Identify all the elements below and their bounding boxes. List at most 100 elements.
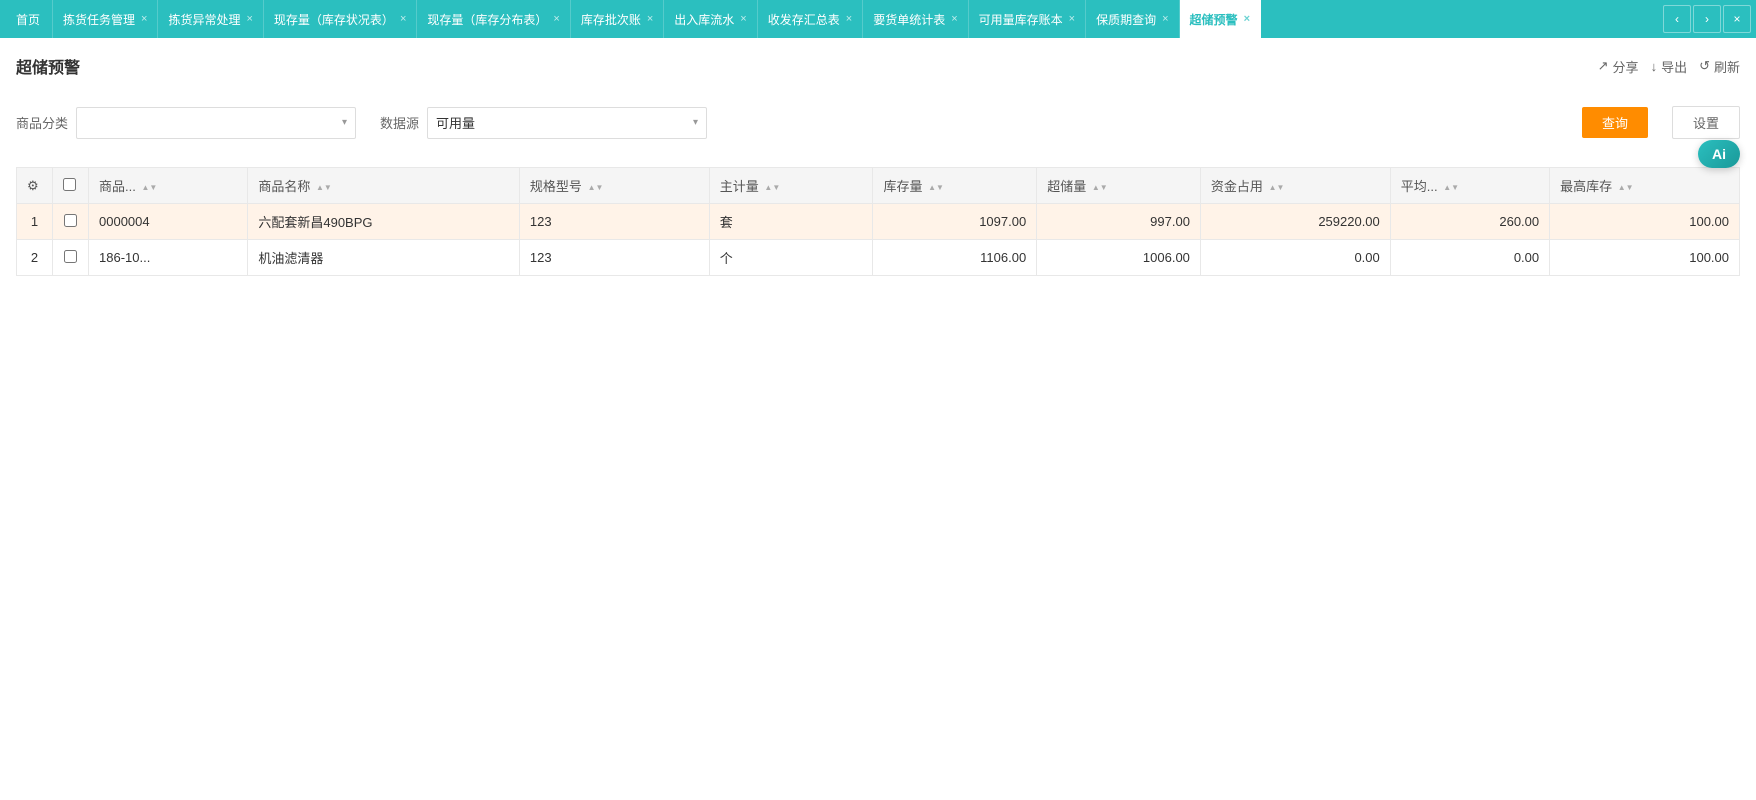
th-stock[interactable]: 库存量 ▲▼ (873, 168, 1037, 204)
datasource-select[interactable]: 可用量 ▾ (427, 107, 707, 139)
close-tab-8[interactable]: × (951, 13, 957, 25)
ai-badge[interactable]: Ai (1698, 140, 1740, 168)
category-select[interactable]: ▾ (76, 107, 356, 139)
refresh-button[interactable]: ↺ 刷新 (1699, 57, 1740, 76)
nav-tab-8[interactable]: 要货单统计表 × (863, 0, 968, 38)
th-unit[interactable]: 主计量 ▲▼ (709, 168, 873, 204)
nav-tab-1[interactable]: 拣货任务管理 × (53, 0, 158, 38)
th-max[interactable]: 最高库存 ▲▼ (1550, 168, 1740, 204)
filter-area: 商品分类 ▾ 数据源 可用量 ▾ 查询 设置 (16, 94, 1740, 151)
row-name-2: 机油滤清器 (248, 240, 520, 276)
close-tab-11[interactable]: × (1244, 13, 1250, 25)
row-stock-1: 1097.00 (873, 204, 1037, 240)
share-label: 分享 (1613, 57, 1639, 76)
row-max-2: 100.00 (1550, 240, 1740, 276)
settings-button-wrapper: 设置 (1672, 106, 1740, 139)
row-max-1: 100.00 (1550, 204, 1740, 240)
nav-tab-2[interactable]: 拣货异常处理 × (158, 0, 263, 38)
sort-arrows-stock: ▲▼ (928, 184, 944, 192)
close-tab-4[interactable]: × (553, 13, 559, 25)
nav-tab-9[interactable]: 可用量库存账本 × (969, 0, 1086, 38)
close-tab-5[interactable]: × (647, 13, 653, 25)
settings-button[interactable]: 设置 (1672, 106, 1740, 139)
th-checkbox[interactable] (53, 168, 89, 204)
nav-tab-11[interactable]: 超储预警 × (1180, 0, 1261, 38)
row-unit-1: 套 (709, 204, 873, 240)
datasource-filter: 数据源 可用量 ▾ (380, 107, 707, 139)
row-select-1[interactable] (64, 214, 77, 227)
select-all-checkbox[interactable] (63, 178, 76, 191)
row-index-2: 2 (17, 240, 53, 276)
export-label: 导出 (1661, 57, 1687, 76)
filter-buttons: 查询 (1582, 107, 1648, 138)
sort-arrows-code: ▲▼ (141, 184, 157, 192)
share-icon: ↗ (1598, 58, 1609, 74)
th-avg[interactable]: 平均... ▲▼ (1390, 168, 1549, 204)
nav-tab-6[interactable]: 出入库流水 × (664, 0, 757, 38)
export-button[interactable]: ↓ 导出 (1651, 57, 1688, 76)
sort-arrows-unit: ▲▼ (764, 184, 780, 192)
nav-tab-10[interactable]: 保质期查询 × (1086, 0, 1179, 38)
export-icon: ↓ (1651, 59, 1658, 74)
row-unit-2: 个 (709, 240, 873, 276)
sort-arrows-spec: ▲▼ (588, 184, 604, 192)
main-content: 超储预警 ↗ 分享 ↓ 导出 ↺ 刷新 商品分类 ▾ 数据源 (0, 38, 1756, 800)
th-gear[interactable]: ⚙ (17, 168, 53, 204)
row-checkbox-1[interactable] (53, 204, 89, 240)
sort-arrows-max: ▲▼ (1618, 184, 1634, 192)
row-over-2: 1006.00 (1037, 240, 1201, 276)
nav-tab-3[interactable]: 现存量（库存状况表） × (264, 0, 417, 38)
datasource-select-value: 可用量 (436, 113, 475, 132)
close-tab-6[interactable]: × (740, 13, 746, 25)
table-row: 2 186-10... 机油滤清器 123 个 1106.00 1006.00 … (17, 240, 1740, 276)
row-spec-2: 123 (519, 240, 709, 276)
row-select-2[interactable] (64, 250, 77, 263)
th-spec[interactable]: 规格型号 ▲▼ (519, 168, 709, 204)
table-header-row: ⚙ 商品... ▲▼ 商品名称 ▲▼ 规格型号 ▲▼ 主计 (17, 168, 1740, 204)
page-title: 超储预警 (16, 54, 80, 78)
close-tab-7[interactable]: × (846, 13, 852, 25)
datasource-label: 数据源 (380, 113, 419, 132)
refresh-label: 刷新 (1714, 57, 1740, 76)
nav-tab-7[interactable]: 收发存汇总表 × (758, 0, 863, 38)
th-name[interactable]: 商品名称 ▲▼ (248, 168, 520, 204)
nav-tab-4[interactable]: 现存量（库存分布表） × (417, 0, 570, 38)
sort-arrows-avg: ▲▼ (1443, 184, 1459, 192)
row-index-1: 1 (17, 204, 53, 240)
nav-close-all[interactable]: × (1723, 5, 1751, 33)
close-tab-1[interactable]: × (141, 13, 147, 25)
close-tab-3[interactable]: × (400, 13, 406, 25)
page-header: 超储预警 ↗ 分享 ↓ 导出 ↺ 刷新 (16, 54, 1740, 78)
data-table: ⚙ 商品... ▲▼ 商品名称 ▲▼ 规格型号 ▲▼ 主计 (16, 167, 1740, 276)
nav-arrows: ‹ › × (1662, 5, 1752, 33)
row-code-2: 186-10... (89, 240, 248, 276)
nav-home[interactable]: 首页 (4, 0, 53, 38)
row-avg-1: 260.00 (1390, 204, 1549, 240)
category-filter: 商品分类 ▾ (16, 107, 356, 139)
row-capital-2: 0.00 (1200, 240, 1390, 276)
row-code-1: 0000004 (89, 204, 248, 240)
row-name-1: 六配套新昌490BPG (248, 204, 520, 240)
sort-arrows-capital: ▲▼ (1269, 184, 1285, 192)
close-tab-10[interactable]: × (1162, 13, 1168, 25)
category-label: 商品分类 (16, 113, 68, 132)
row-checkbox-2[interactable] (53, 240, 89, 276)
close-tab-9[interactable]: × (1069, 13, 1075, 25)
top-navigation: 首页 拣货任务管理 × 拣货异常处理 × 现存量（库存状况表） × 现存量（库存… (0, 0, 1756, 38)
gear-icon: ⚙ (27, 178, 39, 193)
row-over-1: 997.00 (1037, 204, 1201, 240)
refresh-icon: ↺ (1699, 58, 1710, 74)
th-code[interactable]: 商品... ▲▼ (89, 168, 248, 204)
th-capital[interactable]: 资金占用 ▲▼ (1200, 168, 1390, 204)
row-spec-1: 123 (519, 204, 709, 240)
nav-tab-5[interactable]: 库存批次账 × (571, 0, 664, 38)
th-over[interactable]: 超储量 ▲▼ (1037, 168, 1201, 204)
close-tab-2[interactable]: × (246, 13, 252, 25)
nav-arrow-left[interactable]: ‹ (1663, 5, 1691, 33)
share-button[interactable]: ↗ 分享 (1598, 57, 1639, 76)
row-avg-2: 0.00 (1390, 240, 1549, 276)
query-button[interactable]: 查询 (1582, 107, 1648, 138)
nav-arrow-right[interactable]: › (1693, 5, 1721, 33)
table-row: 1 0000004 六配套新昌490BPG 123 套 1097.00 997.… (17, 204, 1740, 240)
sort-arrows-name: ▲▼ (316, 184, 332, 192)
